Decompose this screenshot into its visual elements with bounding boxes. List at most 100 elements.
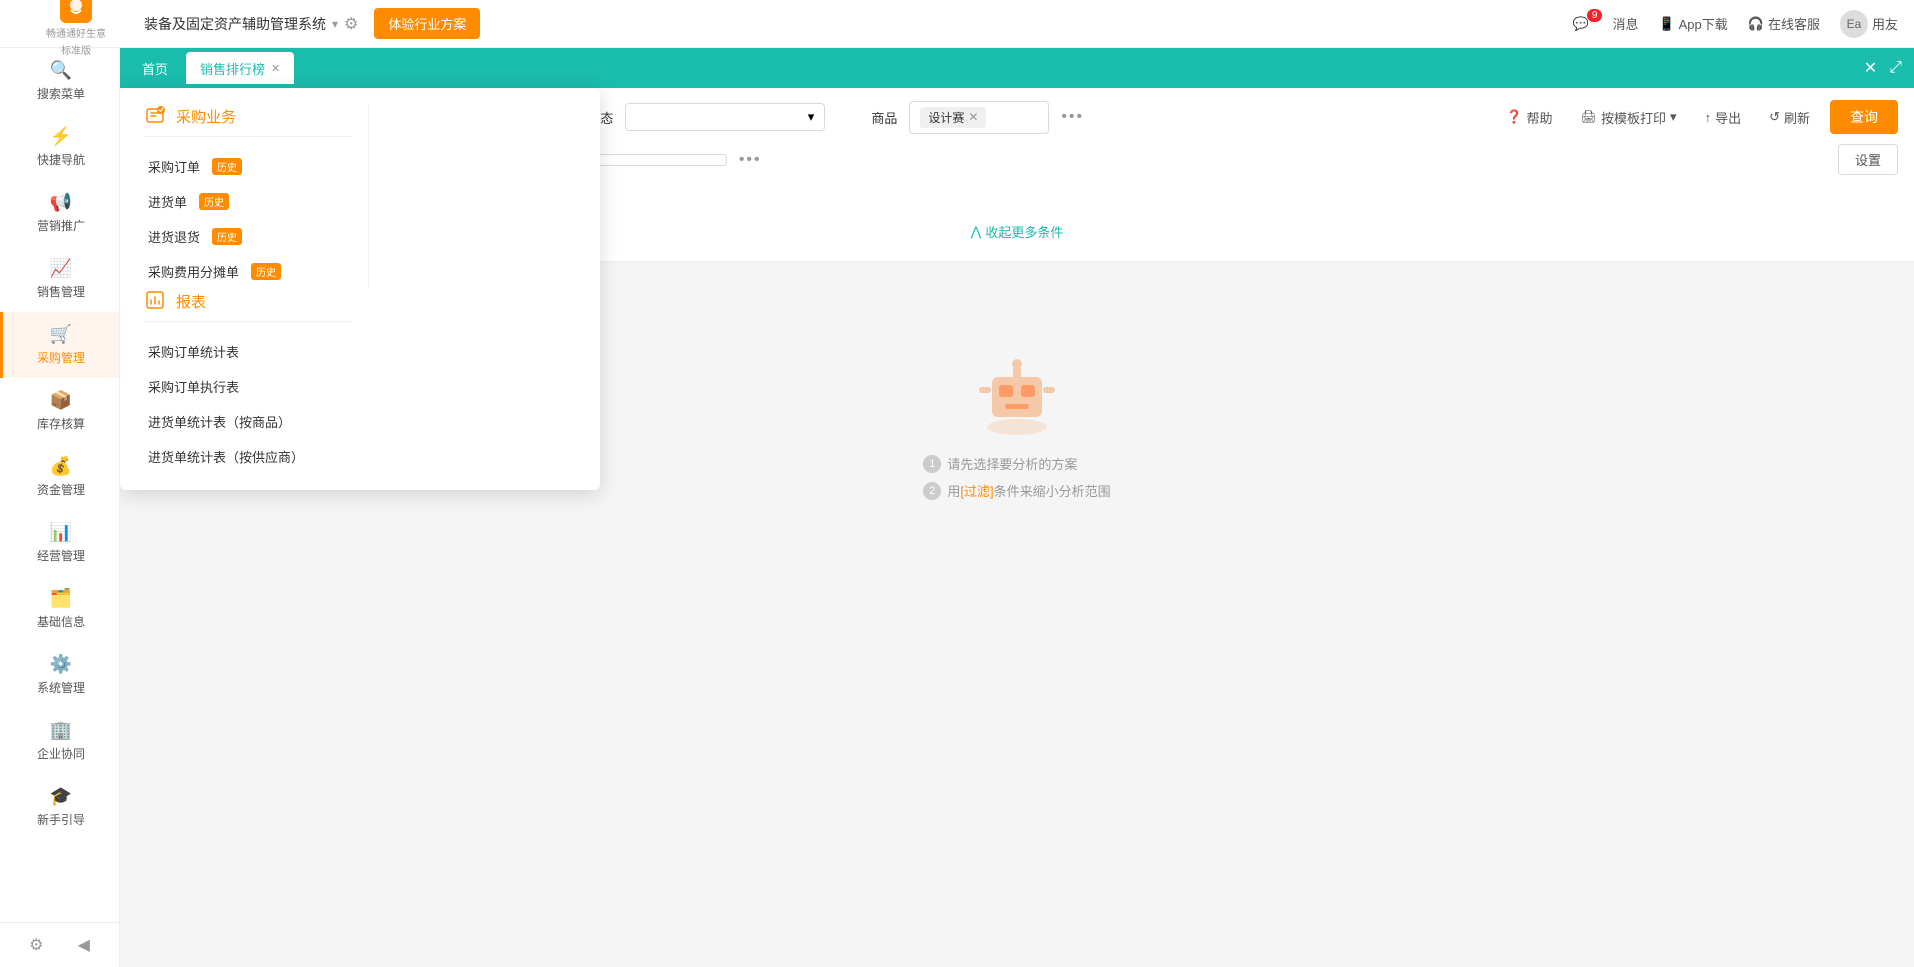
- print-dropdown[interactable]: ▾: [1670, 109, 1677, 125]
- app-download-btn[interactable]: 📱 App下载: [1658, 14, 1727, 33]
- menu-section-purchase: 采购业务 采购订单 历史 进货单 历史 进货退货 历史 采购费用分摊单 历史: [136, 104, 360, 289]
- tab-home-label: 首页: [142, 59, 168, 78]
- print-label: 按模板打印: [1601, 108, 1666, 127]
- tab-home[interactable]: 首页: [128, 52, 182, 84]
- menu-item-return-label: 进货退货: [148, 227, 200, 246]
- purchase-dropdown-menu: 采购业务 采购订单 历史 进货单 历史 进货退货 历史 采购费用分摊单 历史: [120, 88, 600, 490]
- menu-item-incoming[interactable]: 进货单 历史: [144, 184, 352, 219]
- print-btn[interactable]: 🖨 按模板打印 ▾: [1573, 104, 1685, 131]
- sidebar-label-finance: 资金管理: [37, 481, 85, 498]
- tab-sales-rank[interactable]: 销售排行榜 ✕: [186, 52, 294, 84]
- system-settings-icon[interactable]: ⚙: [344, 14, 358, 34]
- tab-close-icon[interactable]: ✕: [271, 62, 280, 75]
- sidebar-label-inventory: 库存核算: [37, 415, 85, 432]
- online-service-label: 在线客服: [1768, 14, 1820, 33]
- query-btn[interactable]: 查询: [1830, 100, 1898, 134]
- window-close-icon[interactable]: ✕: [1860, 54, 1881, 82]
- sidebar-item-guide[interactable]: 🎓 新手引导: [0, 774, 119, 840]
- sidebar-item-purchase[interactable]: 🛒 采购管理: [0, 312, 119, 378]
- menu-item-order-stats-label: 采购订单统计表: [148, 342, 239, 361]
- inventory-icon: 📦: [50, 390, 72, 411]
- system-dropdown-arrow[interactable]: ▾: [332, 17, 338, 31]
- empty-icon: [967, 342, 1067, 442]
- sidebar-label-sales: 销售管理: [37, 283, 85, 300]
- message-btn[interactable]: 💬 9 消息: [1573, 14, 1639, 33]
- user-label: 用友: [1872, 14, 1898, 33]
- user-menu-btn[interactable]: Ea 用友: [1840, 10, 1898, 38]
- top-header: 畅通通好生意 标准版 装备及固定资产辅助管理系统 ▾ ⚙ 体验行业方案 💬 9 …: [0, 0, 1914, 48]
- empty-hints: 1 请先选择要分析的方案 2 用[过滤]条件来缩小分析范围: [923, 454, 1110, 500]
- reports-section-title: 报表: [176, 291, 206, 312]
- headset-icon: 🎧: [1748, 16, 1764, 32]
- refresh-icon: ↺: [1769, 109, 1780, 125]
- help-btn[interactable]: ❓ 帮助: [1498, 104, 1560, 131]
- sidebar-label-operations: 经营管理: [37, 547, 85, 564]
- avatar: Ea: [1840, 10, 1868, 38]
- sidebar-item-quick-nav[interactable]: ⚡ 快捷导航: [0, 114, 119, 180]
- search-icon: 🔍: [50, 60, 72, 81]
- message-icon: 💬: [1573, 16, 1589, 32]
- online-service-btn[interactable]: 🎧 在线客服: [1748, 14, 1820, 33]
- settings-bottom-icon[interactable]: ⚙: [29, 935, 43, 955]
- menu-item-return[interactable]: 进货退货 历史: [144, 219, 352, 254]
- system-title: 装备及固定资产辅助管理系统 ▾: [144, 14, 338, 34]
- sidebar-item-basic[interactable]: 🗂️ 基础信息: [0, 576, 119, 642]
- sidebar-label-marketing: 营销推广: [37, 217, 85, 234]
- staff-more-icon[interactable]: •••: [739, 151, 762, 169]
- guide-icon: 🎓: [50, 786, 72, 807]
- sidebar-item-system[interactable]: ⚙️ 系统管理: [0, 642, 119, 708]
- purchase-section-title: 采购业务: [176, 106, 236, 127]
- menu-item-incoming-stats-supplier[interactable]: 进货单统计表（按供应商）: [144, 439, 352, 474]
- logo-text: 畅通通好生意: [46, 25, 106, 40]
- goods-more-icon[interactable]: •••: [1061, 108, 1084, 126]
- goods-label: 商品: [837, 108, 897, 127]
- collapse-sidebar-icon[interactable]: ◀: [78, 935, 90, 955]
- window-maximize-icon[interactable]: ⤢: [1885, 55, 1906, 81]
- empty-hint-2: 2 用[过滤]条件来缩小分析范围: [923, 481, 1110, 500]
- empty-hint-1-text: 请先选择要分析的方案: [947, 454, 1077, 473]
- incoming-badge: 历史: [199, 193, 229, 210]
- goods-tag: 设计赛 ✕: [920, 107, 986, 128]
- logo-area: 畅通通好生意 标准版: [16, 0, 136, 57]
- empty-hint-1: 1 请先选择要分析的方案: [923, 454, 1110, 473]
- menu-item-order-stats[interactable]: 采购订单统计表: [144, 334, 352, 369]
- menu-item-expense[interactable]: 采购费用分摊单 历史: [144, 254, 352, 289]
- goods-input[interactable]: 设计赛 ✕: [909, 101, 1049, 134]
- refresh-label: 刷新: [1784, 108, 1810, 127]
- sidebar-item-finance[interactable]: 💰 资金管理: [0, 444, 119, 510]
- sidebar-item-operations[interactable]: 📊 经营管理: [0, 510, 119, 576]
- menu-divider: [368, 104, 369, 289]
- collapse-btn[interactable]: ⋀ 收起更多条件: [963, 214, 1072, 249]
- sidebar-label-quick-nav: 快捷导航: [37, 151, 85, 168]
- main-layout: 🔍 搜索菜单 ⚡ 快捷导航 📢 营销推广 📈 销售管理 🛒 采购管理 📦 库存核…: [0, 48, 1914, 967]
- sidebar-item-marketing[interactable]: 📢 营销推广: [0, 180, 119, 246]
- sidebar-item-inventory[interactable]: 📦 库存核算: [0, 378, 119, 444]
- message-label: 消息: [1612, 14, 1638, 33]
- set-btn[interactable]: 设置: [1838, 144, 1898, 175]
- export-btn[interactable]: ↑ 导出: [1697, 104, 1750, 131]
- sidebar-label-guide: 新手引导: [37, 811, 85, 828]
- help-icon: ❓: [1506, 109, 1522, 125]
- sidebar-item-sales[interactable]: 📈 销售管理: [0, 246, 119, 312]
- reports-section-icon: [144, 289, 168, 313]
- export-label: 导出: [1715, 108, 1741, 127]
- content-area: 首页 销售排行榜 ✕ ✕ ⤢ 日期 2024-01-01 ~: [120, 48, 1914, 967]
- industry-btn[interactable]: 体验行业方案: [374, 8, 480, 39]
- help-label: 帮助: [1526, 108, 1552, 127]
- sidebar-item-enterprise[interactable]: 🏢 企业协同: [0, 708, 119, 774]
- sidebar: 🔍 搜索菜单 ⚡ 快捷导航 📢 营销推广 📈 销售管理 🛒 采购管理 📦 库存核…: [0, 48, 120, 967]
- sidebar-item-search[interactable]: 🔍 搜索菜单: [0, 48, 119, 114]
- menu-item-order-exec[interactable]: 采购订单执行表: [144, 369, 352, 404]
- menu-item-incoming-stats-goods[interactable]: 进货单统计表（按商品）: [144, 404, 352, 439]
- quick-nav-icon: ⚡: [50, 126, 72, 147]
- marketing-icon: 📢: [50, 192, 72, 213]
- purchase-icon: 🛒: [50, 324, 72, 345]
- empty-hint-2-text: 用[过滤]条件来缩小分析范围: [947, 481, 1110, 500]
- sidebar-bottom: ⚙ ◀: [0, 922, 119, 967]
- doc-status-select[interactable]: ▾: [625, 103, 825, 131]
- return-badge: 历史: [212, 228, 242, 245]
- refresh-btn[interactable]: ↺ 刷新: [1761, 104, 1818, 131]
- collapse-label: 收起更多条件: [985, 222, 1063, 241]
- menu-item-purchase-order[interactable]: 采购订单 历史: [144, 149, 352, 184]
- goods-tag-remove[interactable]: ✕: [968, 110, 978, 124]
